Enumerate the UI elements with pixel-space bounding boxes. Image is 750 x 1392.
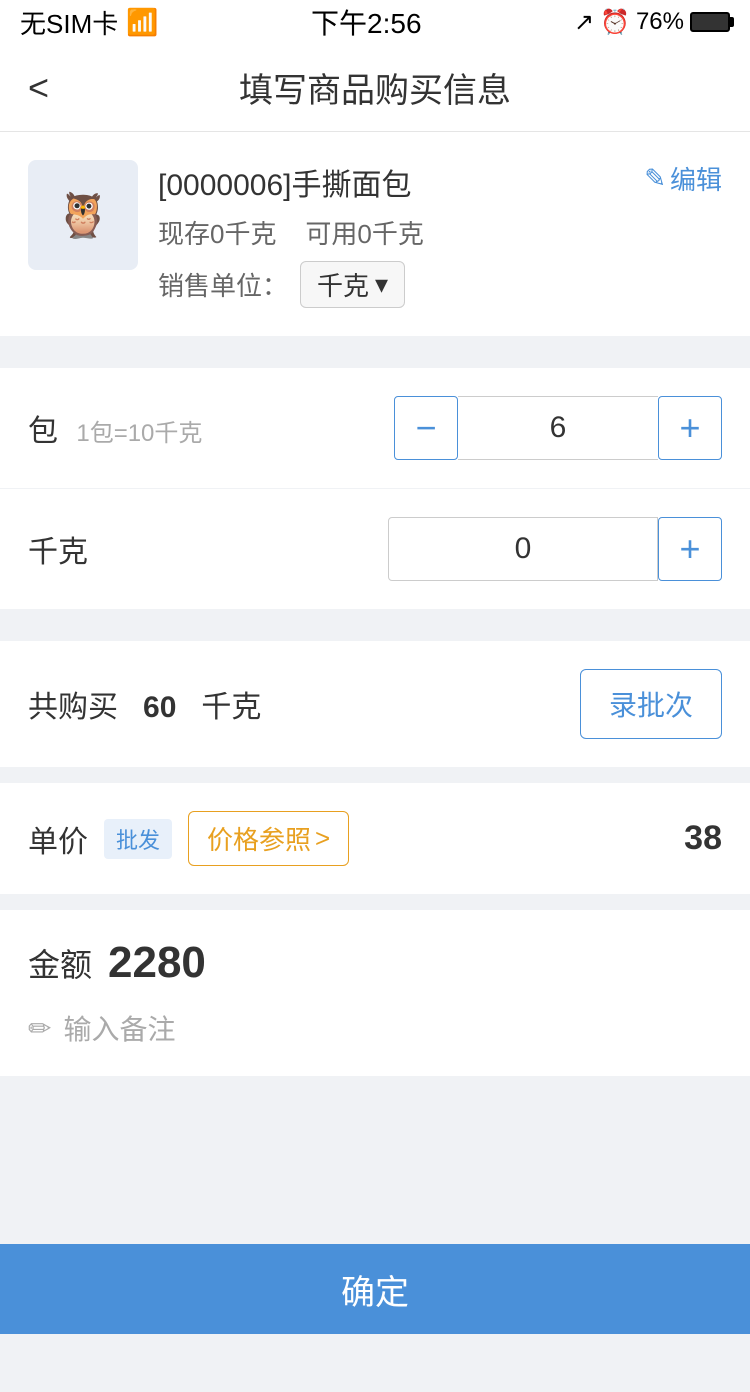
price-tag-batch: 批发	[104, 819, 172, 859]
bag-qty-input[interactable]	[458, 396, 658, 460]
nav-bar: < 填写商品购买信息	[0, 44, 750, 132]
kg-qty-control: +	[388, 517, 722, 581]
note-row[interactable]: ✏ 输入备注	[28, 1008, 722, 1048]
product-unit-row: 销售单位： 千克 ▾	[158, 261, 722, 308]
total-amount: 60	[143, 691, 176, 724]
product-thumbnail: 🦉	[28, 160, 138, 270]
kg-input-row: 千克 +	[0, 489, 750, 609]
product-info: [0000006]手撕面包 ✎ 编辑 现存0千克 可用0千克 销售单位： 千克 …	[158, 160, 722, 308]
note-placeholder: 输入备注	[63, 1008, 175, 1048]
confirm-button-label: 确定	[341, 1265, 409, 1314]
unit-select[interactable]: 千克 ▾	[300, 261, 405, 308]
status-bar: 无SIM卡 📶 下午2:56 ↗ ⏰ 76%	[0, 0, 750, 44]
alarm-icon: ⏰	[600, 8, 630, 37]
dropdown-icon: ▾	[375, 269, 388, 300]
price-ref-button[interactable]: 价格参照 >	[188, 811, 349, 866]
bag-label: 包 1包=10千克	[28, 406, 394, 450]
price-value: 38	[684, 819, 722, 858]
product-logo-icon: 🦉	[56, 189, 111, 241]
product-stock: 现存0千克 可用0千克	[158, 214, 722, 251]
bag-minus-button[interactable]: −	[394, 396, 458, 460]
kg-qty-input[interactable]	[388, 517, 658, 581]
amount-row: 金额 2280	[28, 938, 722, 988]
amount-value: 2280	[108, 938, 206, 988]
edit-label: 编辑	[670, 160, 722, 197]
page-title: 填写商品购买信息	[239, 63, 511, 112]
kg-plus-button[interactable]: +	[658, 517, 722, 581]
kg-label: 千克	[28, 527, 388, 571]
empty-space	[0, 1092, 750, 1392]
wifi-icon: 📶	[126, 7, 158, 38]
bag-hint: 1包=10千克	[76, 420, 202, 447]
batch-button[interactable]: 录批次	[580, 669, 722, 739]
edit-button[interactable]: ✎ 编辑	[644, 160, 722, 197]
bag-qty-control: − +	[394, 396, 722, 460]
battery-icon	[690, 12, 730, 32]
confirm-bar[interactable]: 确定	[0, 1244, 750, 1334]
amount-label: 金额	[28, 940, 92, 986]
carrier-text: 无SIM卡	[20, 4, 118, 41]
pencil-icon: ✏	[28, 1012, 51, 1045]
bag-section: 包 1包=10千克 − + 千克 +	[0, 368, 750, 609]
bag-plus-button[interactable]: +	[658, 396, 722, 460]
divider-3	[0, 767, 750, 783]
divider-1	[0, 352, 750, 368]
status-carrier: 无SIM卡 📶	[20, 4, 159, 41]
price-label: 单价	[28, 817, 88, 861]
back-button[interactable]: <	[28, 67, 49, 109]
location-icon: ↗	[574, 8, 594, 37]
price-row: 单价 批发 价格参照 > 38	[0, 783, 750, 894]
chevron-right-icon: >	[315, 823, 330, 854]
status-time: 下午2:56	[311, 2, 422, 42]
price-section: 单价 批发 价格参照 > 38	[0, 783, 750, 894]
battery-text: 76%	[636, 8, 684, 36]
bag-input-row: 包 1包=10千克 − +	[0, 368, 750, 489]
product-card: 🦉 [0000006]手撕面包 ✎ 编辑 现存0千克 可用0千克 销售单位： 千…	[0, 132, 750, 336]
product-header: [0000006]手撕面包 ✎ 编辑	[158, 160, 722, 214]
product-name: [0000006]手撕面包	[158, 160, 411, 204]
divider-2	[0, 625, 750, 641]
amount-section: 金额 2280 ✏ 输入备注	[0, 910, 750, 1076]
status-right: ↗ ⏰ 76%	[574, 8, 730, 37]
total-row: 共购买 60 千克 录批次	[0, 641, 750, 767]
edit-icon: ✎	[644, 163, 666, 194]
total-text: 共购买 60 千克	[28, 682, 261, 726]
